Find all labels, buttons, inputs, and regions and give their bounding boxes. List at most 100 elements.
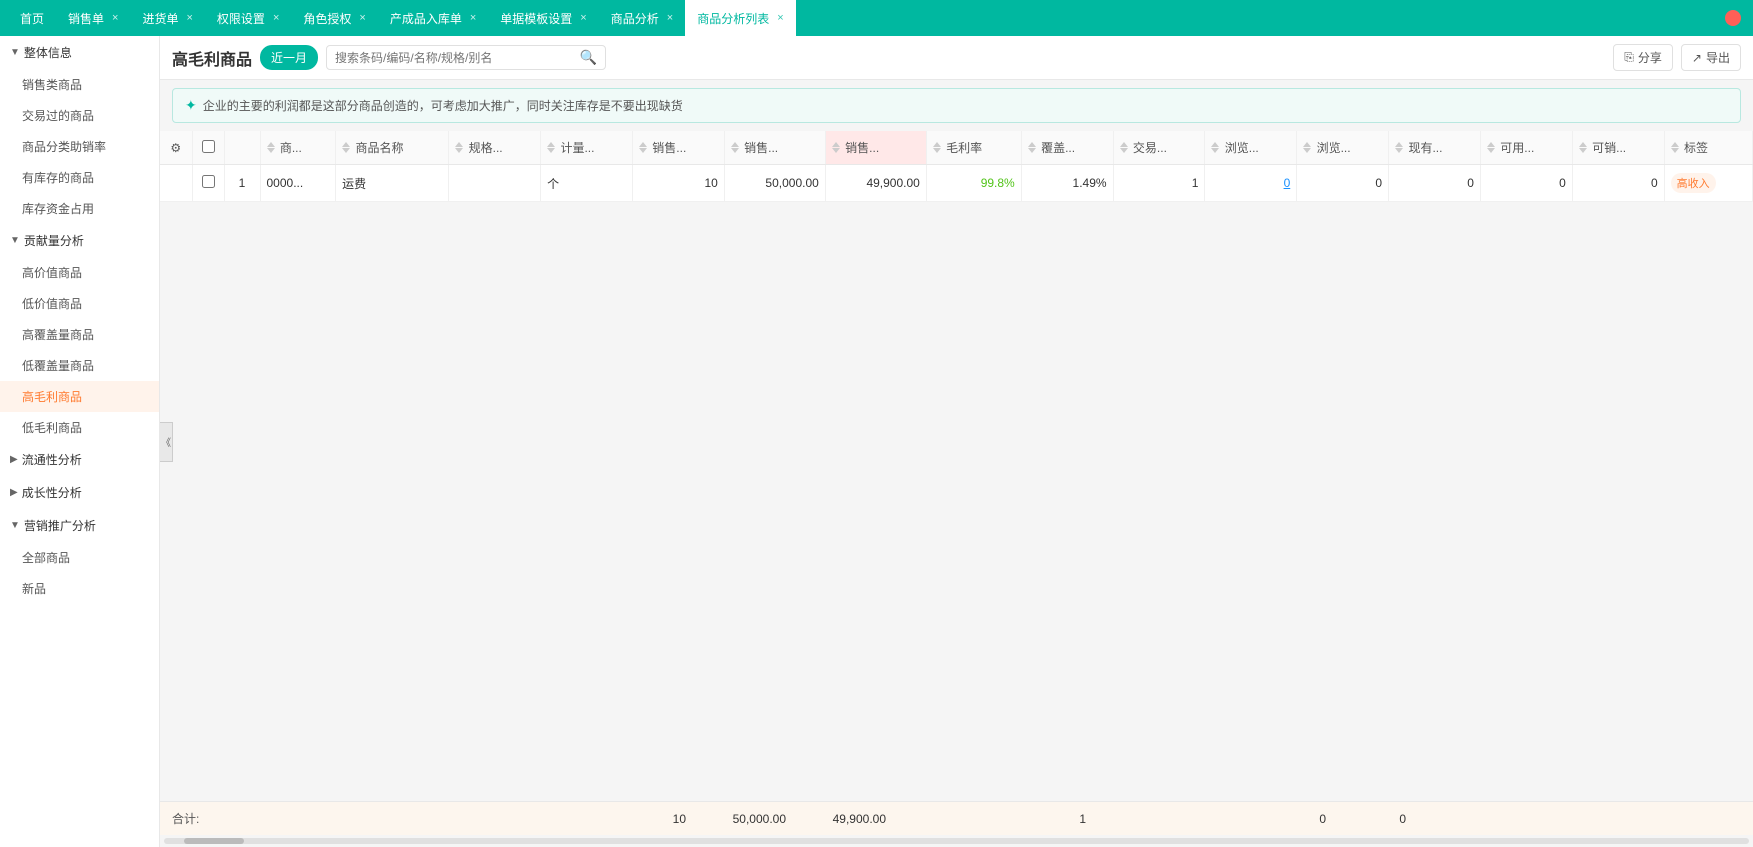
td-stock-now: 0 [1389, 165, 1481, 202]
table-header-row: ⚙ 商... 商品名称 [160, 131, 1753, 165]
th-browse1[interactable]: 浏览... [1205, 131, 1297, 165]
nav-item-permission[interactable]: 权限设置 × [205, 0, 291, 36]
nav-label-purchase: 进货单 [142, 10, 178, 27]
sidebar-item-low-coverage[interactable]: 低覆盖量商品 [0, 350, 159, 381]
th-sellable[interactable]: 可销... [1572, 131, 1664, 165]
nav-item-purchase[interactable]: 进货单 × [130, 0, 204, 36]
sidebar-item-sales-goods[interactable]: 销售类商品 [0, 69, 159, 100]
nav-item-analysis[interactable]: 商品分析 × [599, 0, 685, 36]
th-spec-label: 规格... [469, 139, 503, 156]
sort-sales-amount-icon[interactable] [731, 142, 739, 153]
sort-coverage-icon[interactable] [1028, 142, 1036, 153]
nav-item-analysis-list[interactable]: 商品分析列表 × [685, 0, 795, 36]
th-gross-rate[interactable]: 毛利率 [926, 131, 1021, 165]
sort-unit-icon[interactable] [547, 142, 555, 153]
td-spec [449, 165, 541, 202]
nav-close-permission[interactable]: × [273, 12, 279, 24]
footer-cells: 10 50,000.00 49,900.00 1 0 0 [292, 812, 1741, 826]
nav-close-role[interactable]: × [359, 12, 365, 24]
settings-icon[interactable]: ⚙ [170, 141, 181, 155]
th-sales-amount[interactable]: 销售... [724, 131, 825, 165]
sort-name-icon[interactable] [342, 142, 350, 153]
sort-sellable-icon[interactable] [1579, 142, 1587, 153]
sort-available-icon[interactable] [1487, 142, 1495, 153]
td-trade: 1 [1113, 165, 1205, 202]
sidebar-item-traded-goods[interactable]: 交易过的商品 [0, 100, 159, 131]
sort-stock-now-icon[interactable] [1395, 142, 1403, 153]
footer-spacer5 [892, 812, 952, 826]
nav-item-template[interactable]: 单据模板设置 × [488, 0, 598, 36]
table-container[interactable]: ⚙ 商... 商品名称 [160, 131, 1753, 801]
th-spec[interactable]: 规格... [449, 131, 541, 165]
th-coverage[interactable]: 覆盖... [1021, 131, 1113, 165]
nav-close-analysis[interactable]: × [667, 12, 673, 24]
content-header: 高毛利商品 近一月 🔍 ⎘ 分享 ↗ 导出 [160, 36, 1753, 80]
sidebar-group-growth[interactable]: ▶ 成长性分析 [0, 476, 159, 509]
sort-spec-icon[interactable] [455, 142, 463, 153]
nav-close-sales[interactable]: × [112, 12, 118, 24]
nav-close-purchase[interactable]: × [186, 12, 192, 24]
horizontal-scrollbar[interactable] [160, 835, 1753, 847]
sidebar-collapse-button[interactable]: 《 [160, 422, 173, 462]
sort-gross-rate-icon[interactable] [933, 142, 941, 153]
export-icon: ↗ [1692, 51, 1702, 65]
th-unit[interactable]: 计量... [541, 131, 633, 165]
scrollbar-thumb[interactable] [184, 838, 244, 844]
th-available[interactable]: 可用... [1480, 131, 1572, 165]
sidebar-item-category-rate[interactable]: 商品分类助销率 [0, 131, 159, 162]
th-sales-qty[interactable]: 销售... [632, 131, 724, 165]
filter-recent-month[interactable]: 近一月 [260, 45, 318, 70]
sidebar-item-high-coverage[interactable]: 高覆盖量商品 [0, 319, 159, 350]
sort-sales-qty-icon[interactable] [639, 142, 647, 153]
sort-browse2-icon[interactable] [1303, 142, 1311, 153]
nav-item-sales[interactable]: 销售单 × [56, 0, 130, 36]
window-close-button[interactable]: × [1725, 10, 1741, 26]
search-input[interactable] [335, 51, 580, 65]
td-browse1[interactable]: 0 [1205, 165, 1297, 202]
footer-bar: 合计: 10 50,000.00 49,900.00 1 0 0 [160, 801, 1753, 835]
td-sales-qty: 10 [632, 165, 724, 202]
sort-browse1-icon[interactable] [1211, 142, 1219, 153]
export-button[interactable]: ↗ 导出 [1681, 44, 1741, 71]
share-label: 分享 [1638, 49, 1662, 66]
nav-item-role[interactable]: 角色授权 × [291, 0, 377, 36]
search-icon[interactable]: 🔍 [580, 49, 597, 66]
sidebar-group-liquidity[interactable]: ▶ 流通性分析 [0, 443, 159, 476]
nav-close-template[interactable]: × [580, 12, 586, 24]
sidebar-item-low-value[interactable]: 低价值商品 [0, 288, 159, 319]
sidebar-item-low-margin[interactable]: 低毛利商品 [0, 412, 159, 443]
sidebar-item-high-value[interactable]: 高价值商品 [0, 257, 159, 288]
th-settings[interactable]: ⚙ [160, 131, 192, 165]
sidebar-item-high-margin[interactable]: 高毛利商品 [0, 381, 159, 412]
sidebar-item-new-goods[interactable]: 新品 [0, 573, 159, 604]
share-button[interactable]: ⎘ 分享 [1613, 44, 1673, 71]
th-available-label: 可用... [1500, 139, 1534, 156]
sort-tag-icon[interactable] [1671, 142, 1679, 153]
row-checkbox[interactable] [202, 175, 215, 188]
th-checkbox[interactable] [192, 131, 224, 165]
select-all-checkbox[interactable] [202, 140, 215, 153]
sidebar-group-overview[interactable]: ▼ 整体信息 [0, 36, 159, 69]
sort-trade-icon[interactable] [1120, 142, 1128, 153]
th-sales-cost[interactable]: 销售... [825, 131, 926, 165]
th-code[interactable]: 商... [260, 131, 336, 165]
sidebar-group-marketing[interactable]: ▼ 营销推广分析 [0, 509, 159, 542]
th-stock-now[interactable]: 现有... [1389, 131, 1481, 165]
td-checkbox[interactable] [192, 165, 224, 202]
nav-item-product-in[interactable]: 产成品入库单 × [378, 0, 488, 36]
sidebar-item-stock-capital[interactable]: 库存资金占用 [0, 193, 159, 224]
sort-code-icon[interactable] [267, 142, 275, 153]
th-browse2[interactable]: 浏览... [1297, 131, 1389, 165]
th-tag[interactable]: 标签 [1664, 131, 1752, 165]
nav-close-analysis-list[interactable]: × [777, 12, 783, 24]
sidebar-group-contribution[interactable]: ▼ 贡献量分析 [0, 224, 159, 257]
sidebar-item-all-goods[interactable]: 全部商品 [0, 542, 159, 573]
th-name[interactable]: 商品名称 [336, 131, 449, 165]
sort-sales-cost-icon[interactable] [832, 142, 840, 153]
nav-close-product-in[interactable]: × [470, 12, 476, 24]
td-sales-cost: 49,900.00 [825, 165, 926, 202]
th-trade[interactable]: 交易... [1113, 131, 1205, 165]
nav-item-home[interactable]: 首页 [8, 0, 56, 36]
export-label: 导出 [1706, 49, 1730, 66]
sidebar-item-in-stock[interactable]: 有库存的商品 [0, 162, 159, 193]
